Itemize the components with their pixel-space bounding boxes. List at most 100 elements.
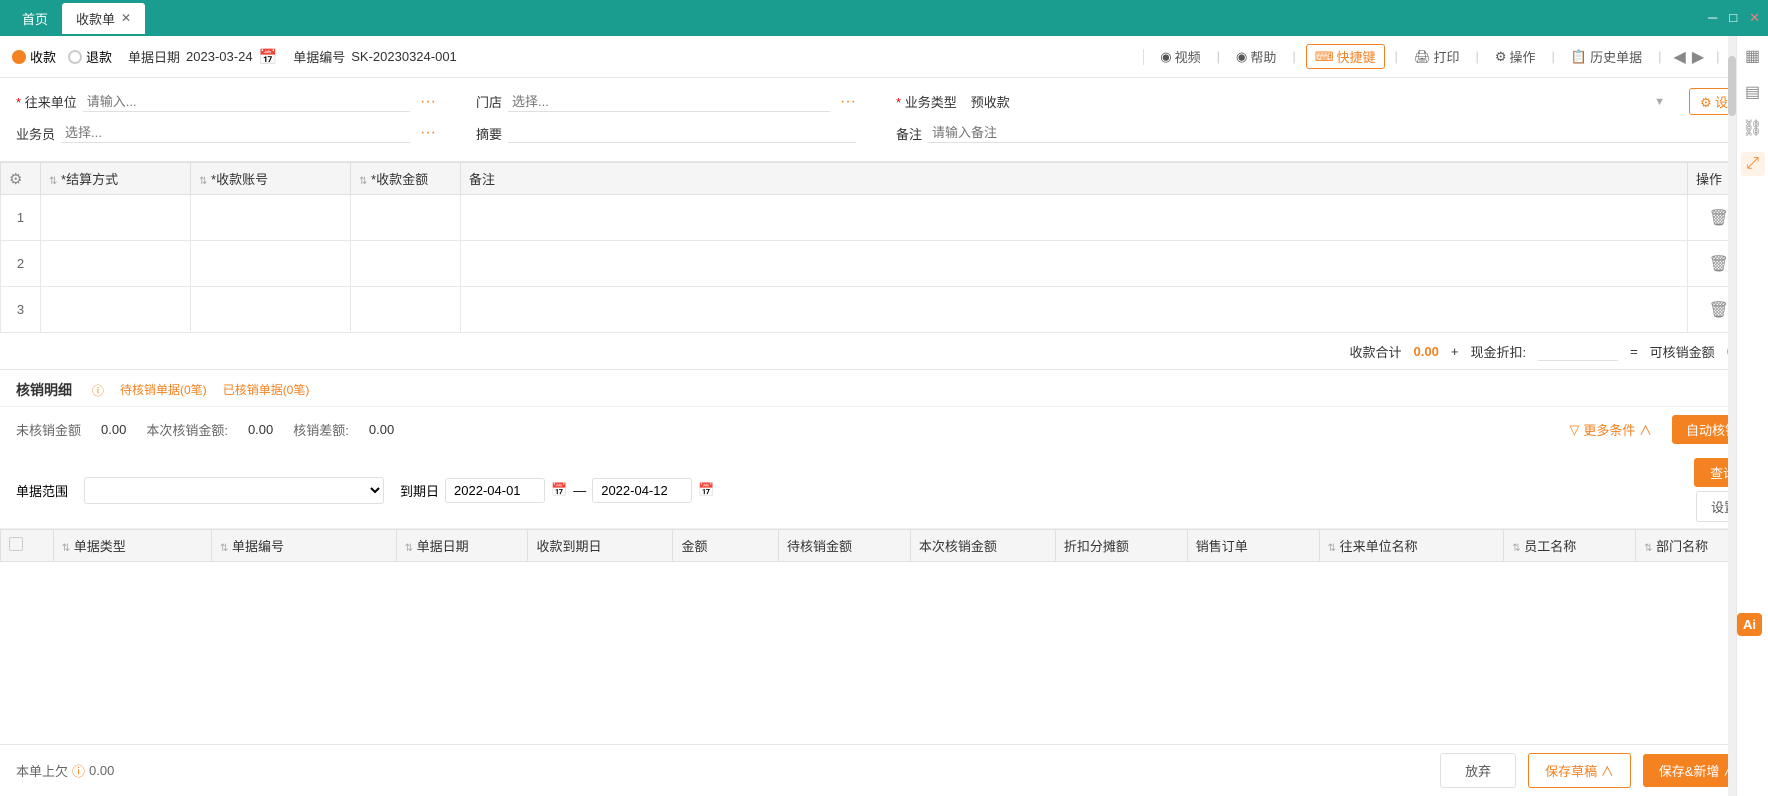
operation-btn[interactable]: ⚙ 操作 — [1489, 45, 1542, 68]
counterpart-label: * 往来单位 — [16, 92, 77, 111]
row-2-remark[interactable] — [461, 241, 1688, 287]
counterpart-more-icon[interactable]: ··· — [420, 93, 436, 111]
bill-no-label: 单据编号 — [293, 47, 345, 66]
sidebar-table-icon[interactable]: ▦ — [1741, 44, 1765, 68]
salesperson-more-icon[interactable]: ··· — [420, 124, 436, 142]
total-value: 0.00 — [1414, 344, 1439, 359]
sub-th-employee: ⇅ 员工名称 — [1504, 530, 1636, 562]
row-num-1: 1 — [1, 195, 41, 241]
reconcile-title: 核销明细 — [16, 380, 72, 400]
row-3-account[interactable] — [191, 287, 351, 333]
th-gear: ⚙ — [1, 163, 41, 195]
main-content: 收款 退款 单据日期 2023-03-24 📅 单据编号 SK-20230324… — [0, 36, 1768, 796]
row-2-settle[interactable] — [41, 241, 191, 287]
range-select[interactable] — [84, 477, 384, 504]
done-tab-link[interactable]: 已核销单据(0笔) — [223, 381, 310, 399]
gear-icon: ⚙ — [1700, 95, 1712, 110]
salesperson-label: 业务员 — [16, 124, 55, 143]
row-2-amount[interactable] — [351, 241, 461, 287]
row-1-remark[interactable] — [461, 195, 1688, 241]
reconcile-stats: 未核销金额 0.00 本次核销金额: 0.00 核销差额: 0.00 ▽ 更多条… — [0, 407, 1768, 452]
row-3-delete-icon[interactable]: 🗑 — [1709, 300, 1729, 320]
row-1-account[interactable] — [191, 195, 351, 241]
radio-refund[interactable]: 退款 — [68, 47, 112, 66]
help-btn[interactable]: ◉ 帮助 — [1230, 45, 1282, 68]
scrollbar-thumb[interactable] — [1728, 56, 1736, 116]
shop-more-icon[interactable]: ··· — [840, 93, 856, 111]
remark-field: 备注 — [896, 123, 1752, 143]
row-1-delete-icon[interactable]: 🗑 — [1709, 208, 1729, 228]
radio-refund-label: 退款 — [86, 47, 112, 66]
select-all-checkbox[interactable] — [9, 537, 23, 551]
remark-input[interactable] — [928, 123, 1752, 143]
row-1-settle[interactable] — [41, 195, 191, 241]
radio-receipt[interactable]: 收款 — [12, 47, 56, 66]
prev-arrow[interactable]: ◀ — [1672, 47, 1688, 67]
form-row-2: 业务员 ··· 摘要 备注 — [16, 123, 1752, 143]
tab-home[interactable]: 首页 — [8, 3, 62, 34]
abandon-btn[interactable]: 放弃 — [1440, 753, 1516, 788]
sidebar-link-icon[interactable]: ⛓ — [1741, 116, 1765, 140]
discount-input[interactable] — [1538, 341, 1618, 361]
minimize-btn[interactable]: ─ — [1708, 10, 1717, 26]
date-icon[interactable]: 📅 — [259, 48, 278, 66]
receipt-table: ⚙ ⇅ *结算方式 ⇅ *收款账号 ⇅ *收款金额 备注 — [0, 162, 1768, 333]
video-icon: ◉ — [1160, 49, 1171, 65]
date-value[interactable]: 2023-03-24 — [186, 49, 253, 64]
print-icon: 🖨 — [1414, 49, 1431, 65]
row-2-delete-icon[interactable]: 🗑 — [1709, 254, 1729, 274]
tab-close-icon[interactable]: ✕ — [121, 11, 131, 25]
date-calendar-to-icon[interactable]: 📅 — [698, 482, 714, 498]
shortcut-btn[interactable]: ⌨ 快捷键 — [1306, 44, 1385, 69]
available-label: 可核销金额 — [1650, 342, 1715, 361]
counterpart-input[interactable] — [83, 92, 410, 112]
business-type-dropdown-icon[interactable]: ▼ — [1654, 96, 1665, 108]
remark-label: 备注 — [896, 124, 922, 143]
maximize-btn[interactable]: □ — [1729, 10, 1737, 26]
print-btn[interactable]: 🖨 打印 — [1408, 45, 1466, 68]
right-sidebar: ▦ ▤ ⛓ ⤢ — [1736, 36, 1768, 796]
sub-th-amount: 金额 — [673, 530, 778, 562]
print-label: 打印 — [1433, 47, 1459, 66]
filter-btn[interactable]: ▽ 更多条件 ∧ — [1569, 420, 1652, 439]
row-3-settle[interactable] — [41, 287, 191, 333]
discount-label: 现金折扣: — [1470, 342, 1526, 361]
business-type-label: * 业务类型 — [896, 92, 957, 111]
ai-badge[interactable]: Ai — [1737, 613, 1762, 636]
reconcile-table-area: ⇅ 单据类型 ⇅ 单据编号 ⇅ 单据日期 收款到期日 — [0, 529, 1768, 744]
operation-icon: ⚙ — [1495, 49, 1507, 65]
sub-th-bill-date: ⇅ 单据日期 — [396, 530, 528, 562]
history-btn[interactable]: 📋 历史单据 — [1565, 45, 1648, 68]
receipt-refund-toggle: 收款 退款 — [12, 47, 112, 66]
next-arrow[interactable]: ▶ — [1690, 47, 1706, 67]
close-btn[interactable]: ✕ — [1749, 10, 1760, 26]
sub-th-checkbox — [1, 530, 54, 562]
current-debt-info-icon[interactable]: ⓘ — [72, 761, 85, 780]
sub-th-due-date: 收款到期日 — [528, 530, 673, 562]
counterpart-field: * 往来单位 ··· — [16, 92, 436, 112]
row-2-account[interactable] — [191, 241, 351, 287]
reconcile-info-icon[interactable]: ⓘ — [92, 382, 104, 399]
summary-input[interactable] — [508, 123, 856, 143]
tab-receipt[interactable]: 收款单 ✕ — [62, 3, 145, 34]
pending-tab-link[interactable]: 待核销单据(0笔) — [120, 381, 207, 399]
row-3-amount[interactable] — [351, 287, 461, 333]
save-draft-btn[interactable]: 保存草稿 ∧ — [1528, 753, 1631, 788]
nav-arrows: ◀ ▶ — [1672, 47, 1707, 67]
due-date-from-input[interactable] — [445, 478, 545, 503]
due-date-to-input[interactable] — [592, 478, 692, 503]
video-btn[interactable]: ◉ 视频 — [1154, 45, 1206, 68]
due-date-field: 到期日 📅 — 📅 — [400, 478, 714, 503]
row-3-remark[interactable] — [461, 287, 1688, 333]
scrollbar[interactable] — [1728, 36, 1736, 796]
tab-bar: 首页 收款单 ✕ ─ □ ✕ — [0, 0, 1768, 36]
sidebar-expand-icon[interactable]: ⤢ — [1741, 152, 1765, 176]
shop-input[interactable] — [508, 92, 830, 112]
row-1-amount[interactable] — [351, 195, 461, 241]
save-draft-label: 保存草稿 ∧ — [1545, 761, 1614, 780]
date-calendar-from-icon[interactable]: 📅 — [551, 482, 567, 498]
salesperson-input[interactable] — [61, 123, 410, 143]
th-account: ⇅ *收款账号 — [191, 163, 351, 195]
table-gear-icon[interactable]: ⚙ — [9, 171, 22, 188]
sidebar-book-icon[interactable]: ▤ — [1741, 80, 1765, 104]
